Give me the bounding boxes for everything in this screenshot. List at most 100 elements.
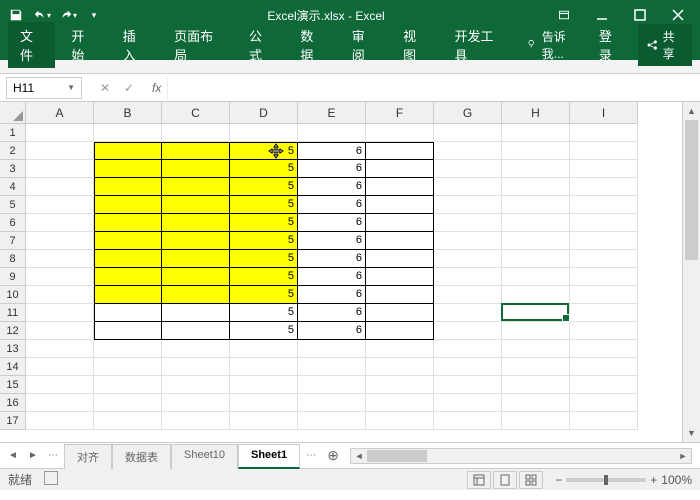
zoom-level[interactable]: 100% bbox=[661, 473, 692, 487]
row-header-7[interactable]: 7 bbox=[0, 232, 26, 250]
cell-E2[interactable]: 6 bbox=[298, 142, 366, 160]
cell-F10[interactable] bbox=[366, 286, 434, 304]
cell-H5[interactable] bbox=[502, 196, 570, 214]
cell-E12[interactable]: 6 bbox=[298, 322, 366, 340]
cell-B11[interactable] bbox=[94, 304, 162, 322]
cell-A10[interactable] bbox=[26, 286, 94, 304]
sheet-tab-对齐[interactable]: 对齐 bbox=[64, 444, 112, 469]
cell-A11[interactable] bbox=[26, 304, 94, 322]
cell-F17[interactable] bbox=[366, 412, 434, 430]
cell-F15[interactable] bbox=[366, 376, 434, 394]
cell-I2[interactable] bbox=[570, 142, 638, 160]
name-box[interactable]: H11▼ bbox=[6, 77, 82, 99]
cell-H7[interactable] bbox=[502, 232, 570, 250]
formula-input[interactable] bbox=[167, 77, 700, 99]
cell-B4[interactable] bbox=[94, 178, 162, 196]
scroll-down-icon[interactable]: ▼ bbox=[683, 424, 700, 442]
cell-B5[interactable] bbox=[94, 196, 162, 214]
cell-G13[interactable] bbox=[434, 340, 502, 358]
cell-G7[interactable] bbox=[434, 232, 502, 250]
cell-B12[interactable] bbox=[94, 322, 162, 340]
normal-view-icon[interactable] bbox=[467, 471, 491, 489]
cell-H14[interactable] bbox=[502, 358, 570, 376]
cell-A13[interactable] bbox=[26, 340, 94, 358]
cell-E7[interactable]: 6 bbox=[298, 232, 366, 250]
share-button[interactable]: 共享 bbox=[638, 24, 692, 66]
cell-A4[interactable] bbox=[26, 178, 94, 196]
cell-A12[interactable] bbox=[26, 322, 94, 340]
cell-A17[interactable] bbox=[26, 412, 94, 430]
cell-F4[interactable] bbox=[366, 178, 434, 196]
fx-icon[interactable]: fx bbox=[146, 81, 167, 95]
cell-F14[interactable] bbox=[366, 358, 434, 376]
tab-nav-more[interactable]: ⋯ bbox=[44, 447, 62, 465]
row-header-9[interactable]: 9 bbox=[0, 268, 26, 286]
hscroll-thumb[interactable] bbox=[367, 450, 427, 462]
cell-F9[interactable] bbox=[366, 268, 434, 286]
row-header-13[interactable]: 13 bbox=[0, 340, 26, 358]
cell-C5[interactable] bbox=[162, 196, 230, 214]
cell-F1[interactable] bbox=[366, 124, 434, 142]
cell-I15[interactable] bbox=[570, 376, 638, 394]
tab-data[interactable]: 数据 bbox=[288, 22, 335, 68]
cell-H16[interactable] bbox=[502, 394, 570, 412]
tab-view[interactable]: 视图 bbox=[391, 22, 438, 68]
row-header-16[interactable]: 16 bbox=[0, 394, 26, 412]
cell-G15[interactable] bbox=[434, 376, 502, 394]
column-header-F[interactable]: F bbox=[366, 102, 434, 124]
cell-D4[interactable]: 5 bbox=[230, 178, 298, 196]
cell-I16[interactable] bbox=[570, 394, 638, 412]
cell-I12[interactable] bbox=[570, 322, 638, 340]
cell-E13[interactable] bbox=[298, 340, 366, 358]
cell-C14[interactable] bbox=[162, 358, 230, 376]
cell-B10[interactable] bbox=[94, 286, 162, 304]
cell-C4[interactable] bbox=[162, 178, 230, 196]
tab-home[interactable]: 开始 bbox=[59, 22, 106, 68]
cell-H10[interactable] bbox=[502, 286, 570, 304]
macro-record-icon[interactable] bbox=[44, 471, 58, 485]
cell-F6[interactable] bbox=[366, 214, 434, 232]
cell-F8[interactable] bbox=[366, 250, 434, 268]
cell-G9[interactable] bbox=[434, 268, 502, 286]
cell-I9[interactable] bbox=[570, 268, 638, 286]
tab-pagelayout[interactable]: 页面布局 bbox=[162, 22, 233, 68]
cell-H2[interactable] bbox=[502, 142, 570, 160]
cell-D6[interactable]: 5 bbox=[230, 214, 298, 232]
cell-E8[interactable]: 6 bbox=[298, 250, 366, 268]
cell-C1[interactable] bbox=[162, 124, 230, 142]
cell-E11[interactable]: 6 bbox=[298, 304, 366, 322]
cell-F12[interactable] bbox=[366, 322, 434, 340]
page-break-view-icon[interactable] bbox=[519, 471, 543, 489]
cell-G2[interactable] bbox=[434, 142, 502, 160]
cell-I8[interactable] bbox=[570, 250, 638, 268]
cell-C6[interactable] bbox=[162, 214, 230, 232]
login-button[interactable]: 登录 bbox=[587, 22, 634, 68]
cell-I4[interactable] bbox=[570, 178, 638, 196]
cell-A8[interactable] bbox=[26, 250, 94, 268]
cell-H1[interactable] bbox=[502, 124, 570, 142]
cell-B13[interactable] bbox=[94, 340, 162, 358]
column-header-D[interactable]: D bbox=[230, 102, 298, 124]
cell-C9[interactable] bbox=[162, 268, 230, 286]
cell-H15[interactable] bbox=[502, 376, 570, 394]
cell-I14[interactable] bbox=[570, 358, 638, 376]
cell-C16[interactable] bbox=[162, 394, 230, 412]
cells-area[interactable]: 5656565656565656565656 bbox=[26, 124, 700, 430]
row-header-14[interactable]: 14 bbox=[0, 358, 26, 376]
tab-insert[interactable]: 插入 bbox=[111, 22, 158, 68]
cell-B9[interactable] bbox=[94, 268, 162, 286]
cell-D5[interactable]: 5 bbox=[230, 196, 298, 214]
cell-E17[interactable] bbox=[298, 412, 366, 430]
cell-E9[interactable]: 6 bbox=[298, 268, 366, 286]
scroll-right-icon[interactable]: ► bbox=[675, 451, 691, 461]
cell-H6[interactable] bbox=[502, 214, 570, 232]
cell-A16[interactable] bbox=[26, 394, 94, 412]
scroll-up-icon[interactable]: ▲ bbox=[683, 102, 700, 120]
cell-D12[interactable]: 5 bbox=[230, 322, 298, 340]
cell-I3[interactable] bbox=[570, 160, 638, 178]
cell-G16[interactable] bbox=[434, 394, 502, 412]
cell-G11[interactable] bbox=[434, 304, 502, 322]
cell-G6[interactable] bbox=[434, 214, 502, 232]
cell-B3[interactable] bbox=[94, 160, 162, 178]
row-header-17[interactable]: 17 bbox=[0, 412, 26, 430]
